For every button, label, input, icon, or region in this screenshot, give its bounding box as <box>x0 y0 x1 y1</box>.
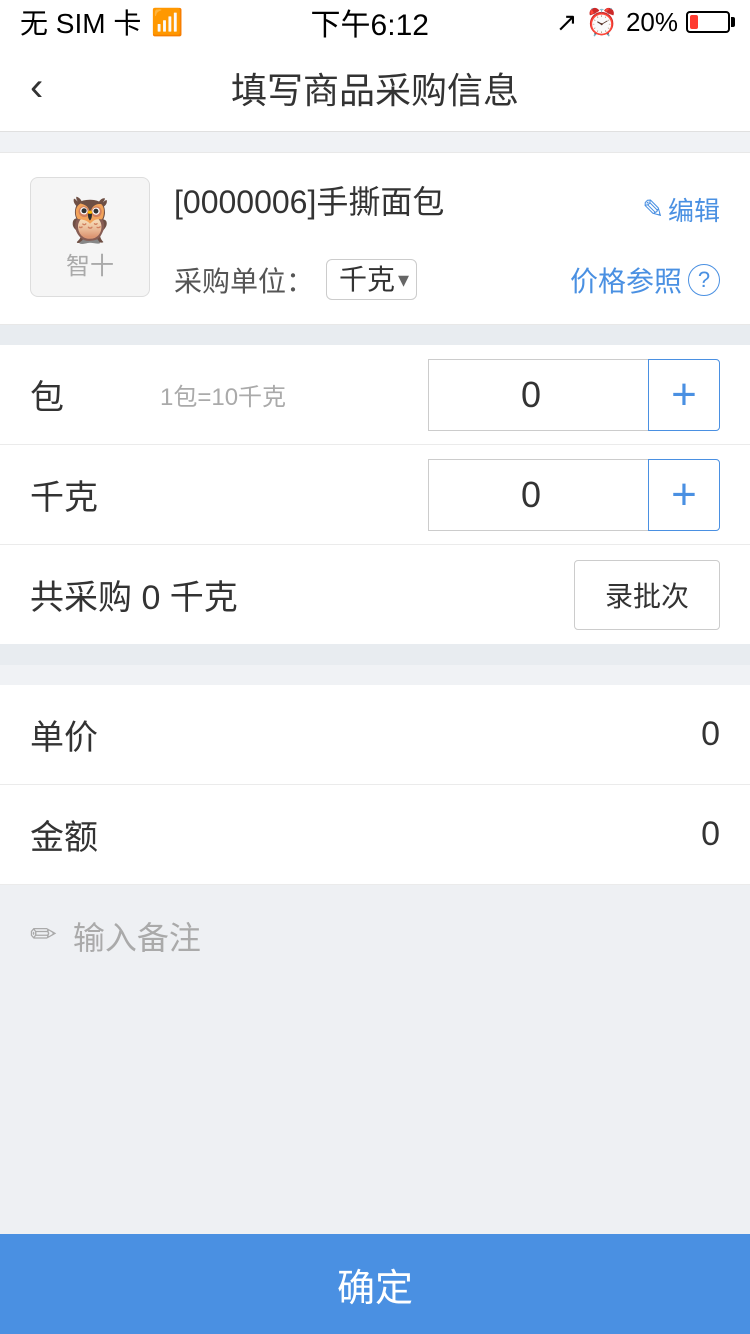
kg-input-right: + <box>428 459 720 531</box>
kg-plus-button[interactable]: + <box>648 459 720 531</box>
kg-quantity-input[interactable] <box>428 459 648 531</box>
kg-label: 千克 <box>30 470 150 519</box>
unit-price-row: 单价 0 <box>0 685 750 785</box>
location-icon: ↗ <box>556 7 578 38</box>
help-icon: ? <box>688 264 720 296</box>
bag-input-row: 包 1包=10千克 + <box>0 345 750 445</box>
bag-label: 包 <box>30 370 150 419</box>
edit-label: 编辑 <box>668 191 720 228</box>
product-name: [0000006]手撕面包 <box>174 177 444 223</box>
product-meta: 采购单位： 千克 价格参照 ? <box>174 259 720 300</box>
battery-icon <box>686 11 730 33</box>
nav-bar: ‹ 填写商品采购信息 <box>0 44 750 132</box>
edit-button[interactable]: ✎ 编辑 <box>642 191 720 228</box>
status-left: 无 SIM 卡 📶 <box>20 2 184 42</box>
back-button[interactable]: ‹ <box>30 65 43 110</box>
product-card: 🦉 智十 [0000006]手撕面包 ✎ 编辑 采购单位： 千克 价格参照 ? <box>0 152 750 325</box>
amount-row: 金额 0 <box>0 785 750 885</box>
confirm-button[interactable]: 确定 <box>0 1234 750 1334</box>
batch-button[interactable]: 录批次 <box>574 560 720 630</box>
battery-percent: 20% <box>626 7 678 38</box>
product-top-row: [0000006]手撕面包 ✎ 编辑 <box>174 177 720 241</box>
bag-input-right: + <box>428 359 720 431</box>
status-right: ↗ ⏰ 20% <box>556 7 730 38</box>
amount-value: 0 <box>701 815 720 854</box>
price-ref-label: 价格参照 <box>570 260 682 300</box>
price-section: 单价 0 金额 0 <box>0 685 750 885</box>
edit-icon: ✎ <box>642 194 664 225</box>
section-divider-2 <box>0 645 750 665</box>
product-image-label: 智十 <box>66 246 114 281</box>
page-title: 填写商品采购信息 <box>231 62 519 114</box>
owl-icon: 🦉 <box>63 194 118 246</box>
summary-row: 共采购 0 千克 录批次 <box>0 545 750 645</box>
battery-fill <box>690 15 698 29</box>
bag-quantity-input[interactable] <box>428 359 648 431</box>
product-info: [0000006]手撕面包 ✎ 编辑 采购单位： 千克 价格参照 ? <box>174 177 720 300</box>
remark-placeholder: 输入备注 <box>73 913 201 959</box>
price-ref-button[interactable]: 价格参照 ? <box>570 260 720 300</box>
summary-text: 共采购 0 千克 <box>30 570 238 619</box>
unit-price-value: 0 <box>701 715 720 754</box>
kg-input-row: 千克 + <box>0 445 750 545</box>
section-divider-1 <box>0 325 750 345</box>
alarm-icon: ⏰ <box>586 7 618 38</box>
unit-select[interactable]: 千克 <box>326 259 417 300</box>
unit-row: 采购单位： 千克 <box>174 259 417 300</box>
status-bar: 无 SIM 卡 📶 下午6:12 ↗ ⏰ 20% <box>0 0 750 44</box>
carrier-label: 无 SIM 卡 <box>20 2 141 42</box>
unit-price-label: 单价 <box>30 710 98 759</box>
bag-plus-button[interactable]: + <box>648 359 720 431</box>
time-label: 下午6:12 <box>311 0 429 44</box>
remark-section[interactable]: ✏ 输入备注 <box>0 885 750 1045</box>
unit-select-wrap[interactable]: 千克 <box>326 259 417 300</box>
pencil-icon: ✏ <box>30 915 57 953</box>
amount-label: 金额 <box>30 810 98 859</box>
wifi-icon: 📶 <box>151 7 183 38</box>
unit-label: 采购单位： <box>174 260 314 300</box>
bag-sublabel: 1包=10千克 <box>160 377 286 412</box>
product-image: 🦉 智十 <box>30 177 150 297</box>
input-section: 包 1包=10千克 + 千克 + 共采购 0 千克 录批次 <box>0 345 750 645</box>
